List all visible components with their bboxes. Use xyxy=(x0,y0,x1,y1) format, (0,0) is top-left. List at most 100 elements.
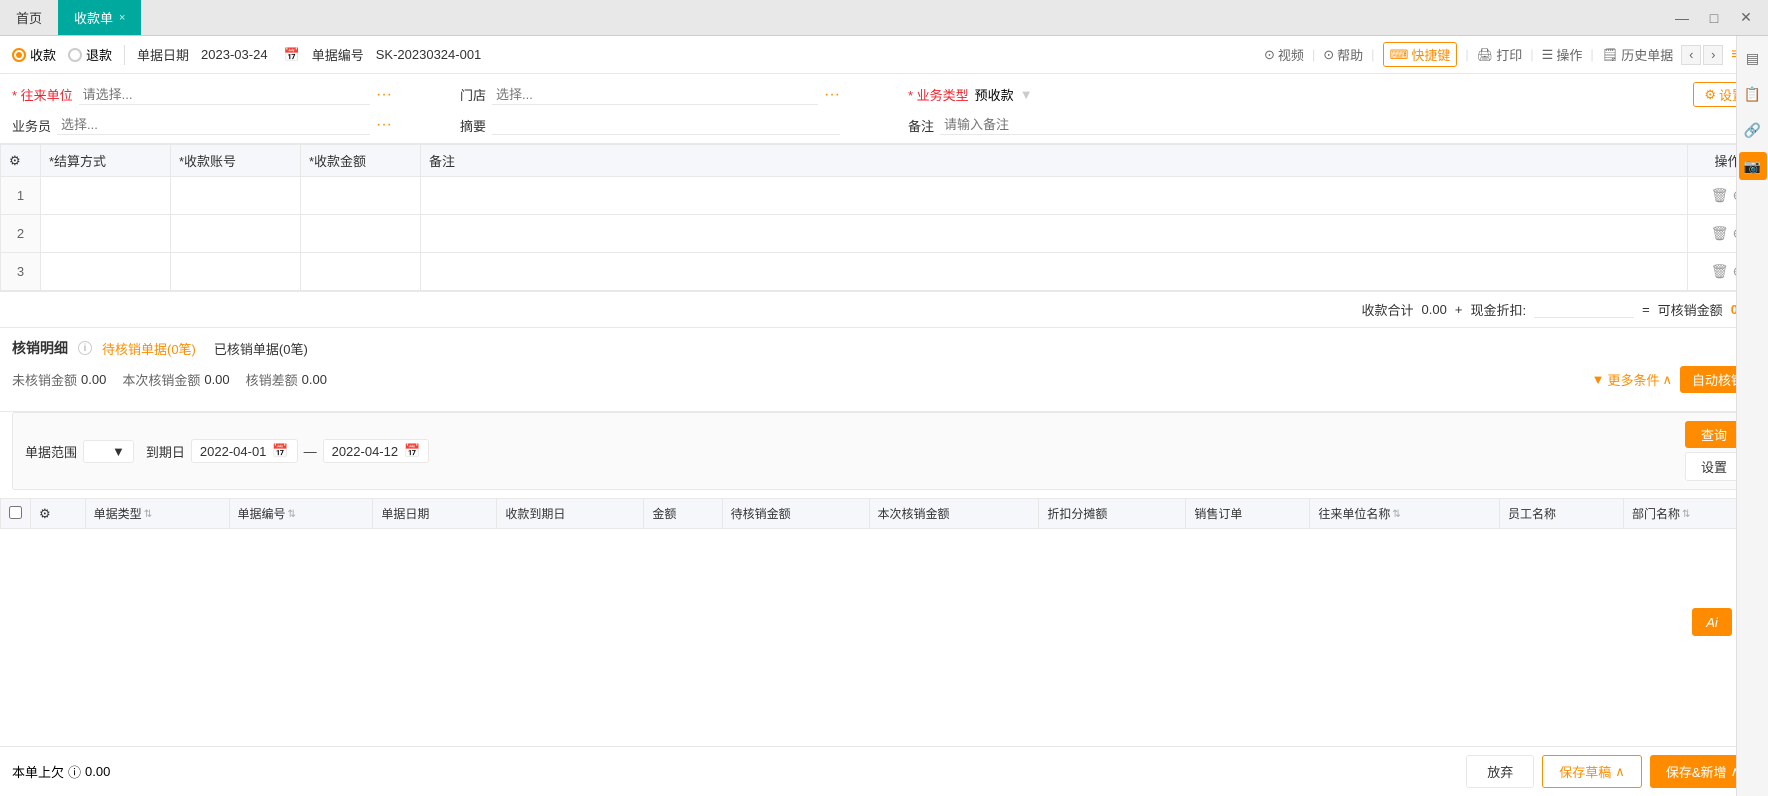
radio-refund-label: 退款 xyxy=(86,45,112,64)
print-action[interactable]: 🖨 打印 xyxy=(1477,45,1523,64)
operation-label: 操作 xyxy=(1556,45,1582,64)
sidebar-doc-icon[interactable]: 📋 xyxy=(1739,80,1767,108)
row-1-delete-icon[interactable]: 🗑 xyxy=(1711,187,1729,204)
more-conditions-btn[interactable]: ▼ 更多条件 ∧ xyxy=(1592,370,1672,389)
col-doc-date: 单据日期 xyxy=(373,499,497,529)
done-tab[interactable]: 已核销单据(0笔) xyxy=(214,339,308,358)
sidebar-link-icon[interactable]: 🔗 xyxy=(1739,116,1767,144)
col-sales-order: 销售订单 xyxy=(1186,499,1310,529)
close-button[interactable]: ✕ xyxy=(1732,4,1760,32)
radio-receive-label: 收款 xyxy=(30,45,56,64)
table-section: ⚙ *结算方式 *收款账号 *收款金额 备注 操作 xyxy=(0,144,1768,292)
bottom-right: 放弃 保存草稿 ∧ 保存&新增 ∧ xyxy=(1466,755,1756,788)
row-3-amount[interactable] xyxy=(301,253,421,291)
row-2-amount[interactable] xyxy=(301,215,421,253)
note-input[interactable] xyxy=(940,115,1756,135)
col-checkbox[interactable] xyxy=(1,499,31,529)
bottom-left: 本单上欠 ⓘ 0.00 xyxy=(12,762,110,781)
row-3-settlement[interactable] xyxy=(41,253,171,291)
row-2-settlement[interactable] xyxy=(41,215,171,253)
partner-more-icon[interactable]: ··· xyxy=(376,86,392,104)
staff-input[interactable] xyxy=(57,115,370,135)
filter-settings-button[interactable]: 设置 xyxy=(1685,452,1743,481)
select-all-checkbox[interactable] xyxy=(9,506,22,519)
history-label: 历史单据 xyxy=(1621,45,1673,64)
tab-home[interactable]: 首页 xyxy=(0,0,58,35)
current-stat: 本次核销金额 0.00 xyxy=(122,370,229,389)
row-3-note[interactable] xyxy=(421,253,1688,291)
verify-title: 核销明细 xyxy=(12,338,68,358)
sidebar-table-icon[interactable]: ▤ xyxy=(1739,44,1767,72)
number-label: 单据编号 xyxy=(312,45,364,64)
row-1-amount[interactable] xyxy=(301,177,421,215)
form-section: * 往来单位 ··· 门店 ··· * 业务类型 预收款 ▼ ⚙ xyxy=(0,74,1768,144)
sidebar-camera-icon[interactable]: 📷 xyxy=(1739,152,1767,180)
row-3-num: 3 xyxy=(1,253,41,291)
verify-info-icon[interactable]: i xyxy=(78,341,92,355)
ai-badge[interactable]: Ai xyxy=(1692,608,1732,636)
divider-5: | xyxy=(1530,47,1533,62)
save-draft-button[interactable]: 保存草稿 ∧ xyxy=(1542,755,1642,788)
row-3-delete-icon[interactable]: 🗑 xyxy=(1711,263,1729,280)
row-2-account[interactable] xyxy=(171,215,301,253)
tab-active[interactable]: 收款单 × xyxy=(58,0,141,35)
radio-refund[interactable]: 退款 xyxy=(68,45,112,64)
history-action[interactable]: 🗒 历史单据 xyxy=(1602,45,1674,64)
shortcut-action[interactable]: ⌨ 快捷键 xyxy=(1383,42,1458,67)
row-1-note[interactable] xyxy=(421,177,1688,215)
staff-more-icon[interactable]: ··· xyxy=(376,116,392,134)
limit-label: 本单上欠 xyxy=(12,762,64,781)
limit-info-icon[interactable]: ⓘ xyxy=(68,762,81,781)
range-select[interactable]: ▼ xyxy=(83,440,134,463)
query-button[interactable]: 查询 xyxy=(1685,421,1743,448)
nav-right[interactable]: › xyxy=(1703,45,1723,65)
business-dropdown-icon[interactable]: ▼ xyxy=(1020,87,1033,102)
pending-tab[interactable]: 待核销单据(0笔) xyxy=(102,339,196,358)
discard-button[interactable]: 放弃 xyxy=(1466,755,1534,788)
gear-icon-2[interactable]: ⚙ xyxy=(39,506,51,521)
partner-input[interactable] xyxy=(79,85,370,105)
history-icon: 🗒 xyxy=(1602,47,1619,63)
nav-arrows: ‹ › xyxy=(1681,45,1723,65)
row-3-account[interactable] xyxy=(171,253,301,291)
help-icon: ⊙ xyxy=(1323,47,1334,63)
help-action[interactable]: ⊙ 帮助 xyxy=(1323,45,1363,64)
row-2-delete-icon[interactable]: 🗑 xyxy=(1711,225,1729,242)
verify-section: 核销明细 i 待核销单据(0笔) 已核销单据(0笔) 未核销金额 0.00 本次… xyxy=(0,328,1768,412)
video-action[interactable]: ⊙ 视频 xyxy=(1264,45,1304,64)
partner-field: * 往来单位 ··· xyxy=(12,85,392,105)
nav-left[interactable]: ‹ xyxy=(1681,45,1701,65)
shortcut-icon: ⌨ xyxy=(1390,47,1409,63)
date-calendar-icon[interactable]: 📅 xyxy=(284,47,300,63)
radio-receive-circle xyxy=(12,48,26,62)
col-note-label: 备注 xyxy=(429,154,455,169)
col-current-verify: 本次核销金额 xyxy=(869,499,1039,529)
operation-action[interactable]: ☰ 操作 xyxy=(1542,45,1583,64)
range-dropdown-icon: ▼ xyxy=(112,444,125,459)
row-1-account[interactable] xyxy=(171,177,301,215)
range-field: 单据范围 ▼ xyxy=(25,440,134,463)
summary-input[interactable] xyxy=(492,115,840,135)
store-more-icon[interactable]: ··· xyxy=(824,86,840,104)
store-input[interactable] xyxy=(492,85,818,105)
diff-label: 核销差额 xyxy=(246,370,298,389)
col-settings-2[interactable]: ⚙ xyxy=(31,499,86,529)
minimize-button[interactable]: — xyxy=(1668,4,1696,32)
tab-close-icon[interactable]: × xyxy=(119,12,125,24)
shortcut-label: 快捷键 xyxy=(1411,45,1450,64)
col-amount-label: *收款金额 xyxy=(309,154,366,169)
bottom-bar: 本单上欠 ⓘ 0.00 放弃 保存草稿 ∧ 保存&新增 ∧ xyxy=(0,746,1768,796)
radio-receive[interactable]: 收款 xyxy=(12,45,56,64)
discount-input[interactable] xyxy=(1534,302,1634,318)
date-to-picker[interactable]: 2022-04-12 📅 xyxy=(323,439,430,463)
row-2-note[interactable] xyxy=(421,215,1688,253)
col-settings-header[interactable]: ⚙ xyxy=(1,145,41,177)
date-from-picker[interactable]: 2022-04-01 📅 xyxy=(191,439,298,463)
settings-gear-icon[interactable]: ⚙ xyxy=(9,153,21,168)
tab-bar: 首页 收款单 × — □ ✕ xyxy=(0,0,1768,36)
maximize-button[interactable]: □ xyxy=(1700,4,1728,32)
window-controls: — □ ✕ xyxy=(1668,4,1768,32)
row-1-settlement[interactable] xyxy=(41,177,171,215)
total-value: 0.00 xyxy=(1422,302,1447,317)
table-row: 1 🗑 ⊕ xyxy=(1,177,1768,215)
